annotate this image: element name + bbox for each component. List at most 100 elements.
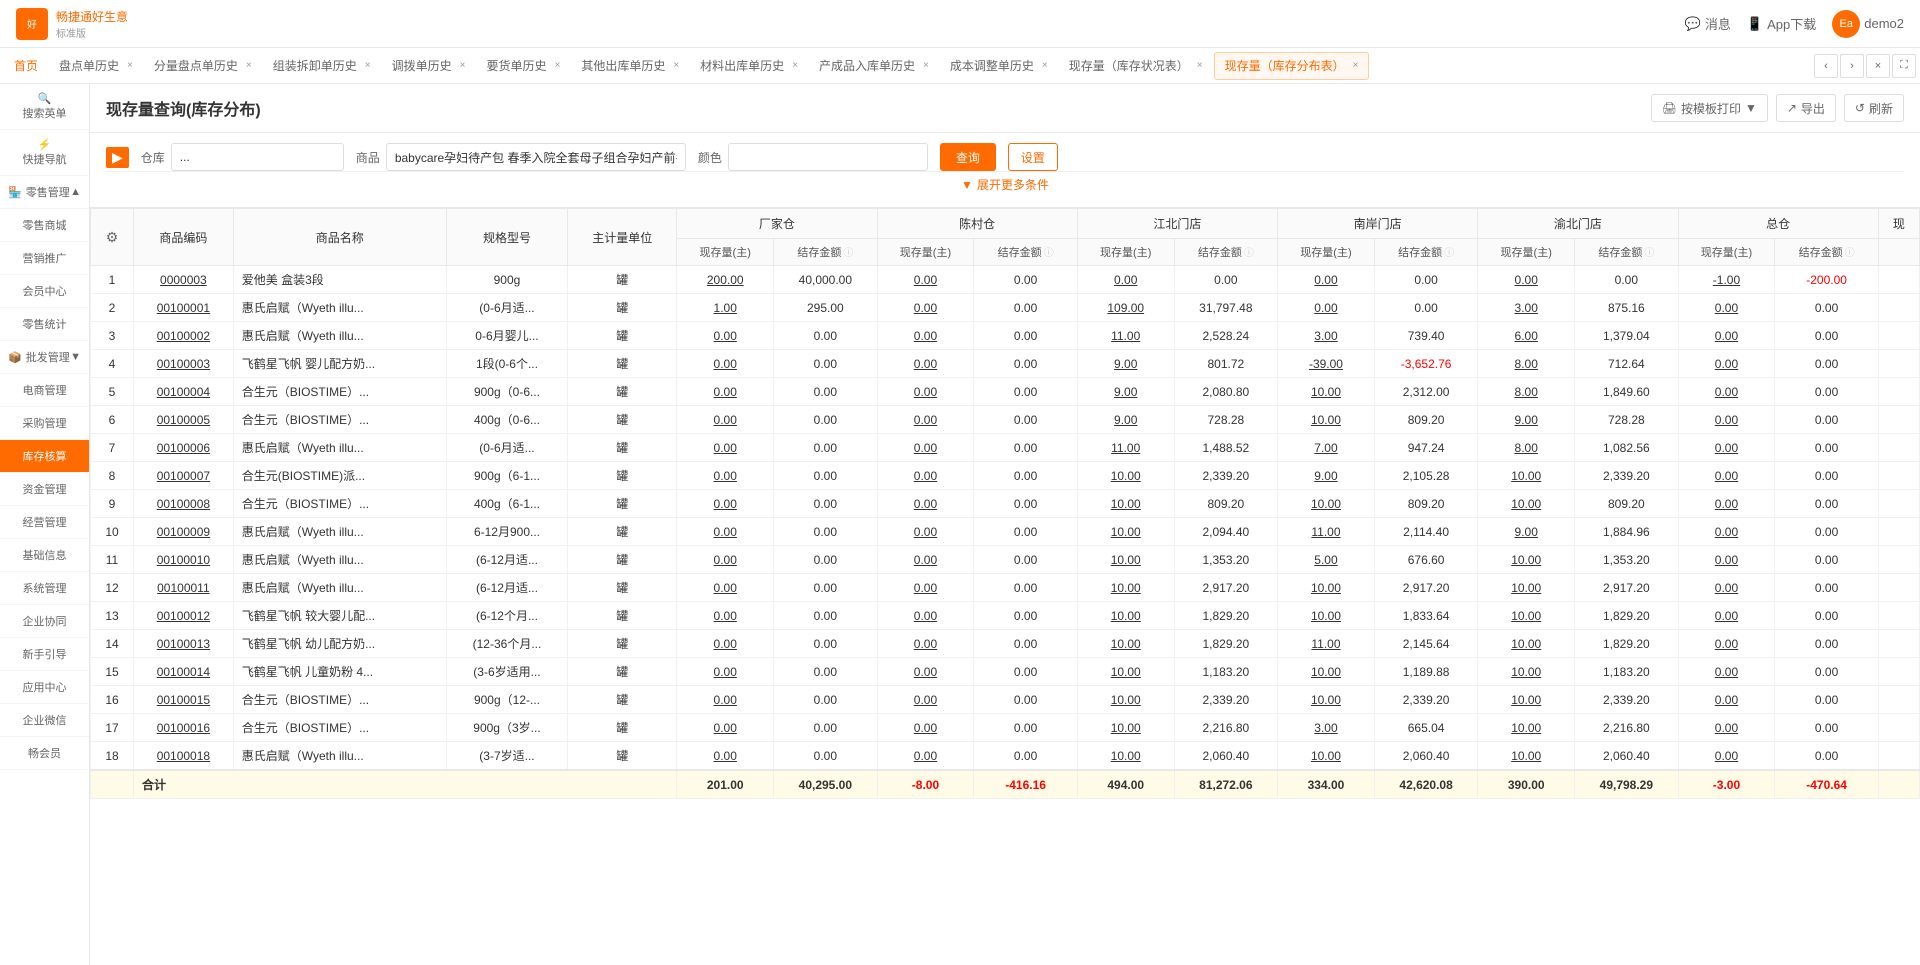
- sidebar-item-enterprise[interactable]: 企业协同: [0, 605, 89, 638]
- sidebar-item-wechat[interactable]: 企业微信: [0, 704, 89, 737]
- cell-factory-stock[interactable]: 0.00: [677, 406, 774, 434]
- cell-code[interactable]: 00100008: [134, 490, 234, 518]
- cell-jiangbei-stock[interactable]: 10.00: [1077, 546, 1174, 574]
- cell-chenlu-stock[interactable]: 0.00: [877, 602, 974, 630]
- cell-jiangbei-stock[interactable]: 10.00: [1077, 518, 1174, 546]
- cell-jiangbei-stock[interactable]: 10.00: [1077, 574, 1174, 602]
- cell-total-stock[interactable]: 0.00: [1678, 406, 1775, 434]
- cell-factory-stock[interactable]: 0.00: [677, 602, 774, 630]
- cell-factory-stock[interactable]: 0.00: [677, 574, 774, 602]
- cell-factory-stock[interactable]: 0.00: [677, 462, 774, 490]
- cell-chenlu-stock[interactable]: 0.00: [877, 434, 974, 462]
- cell-yuebei-stock[interactable]: 10.00: [1478, 490, 1575, 518]
- app-download-btn[interactable]: 📱 App下载: [1747, 14, 1816, 33]
- tab-cost-adjust-history[interactable]: 成本调整单历史 ×: [940, 52, 1058, 80]
- cell-factory-stock[interactable]: 0.00: [677, 434, 774, 462]
- cell-jiangbei-stock[interactable]: 10.00: [1077, 686, 1174, 714]
- tab-prev-btn[interactable]: ‹: [1814, 54, 1838, 78]
- tab-close-icon[interactable]: ×: [673, 60, 679, 71]
- cell-nanan-stock[interactable]: -39.00: [1278, 350, 1375, 378]
- cell-code[interactable]: 00100015: [134, 686, 234, 714]
- sidebar-item-retail-store[interactable]: 零售商城: [0, 209, 89, 242]
- cell-jiangbei-stock[interactable]: 10.00: [1077, 602, 1174, 630]
- cell-jiangbei-stock[interactable]: 9.00: [1077, 378, 1174, 406]
- cell-yuebei-stock[interactable]: 9.00: [1478, 406, 1575, 434]
- sidebar-item-system[interactable]: 系统管理: [0, 572, 89, 605]
- cell-factory-stock[interactable]: 0.00: [677, 322, 774, 350]
- cell-jiangbei-stock[interactable]: 11.00: [1077, 434, 1174, 462]
- tab-close-icon[interactable]: ×: [792, 60, 798, 71]
- cell-factory-stock[interactable]: 200.00: [677, 266, 774, 294]
- cell-factory-stock[interactable]: 0.00: [677, 630, 774, 658]
- sidebar-item-asset[interactable]: 资金管理: [0, 473, 89, 506]
- cell-yuebei-stock[interactable]: 10.00: [1478, 630, 1575, 658]
- info-icon[interactable]: ⓘ: [843, 248, 853, 259]
- tab-request-history[interactable]: 要货单历史 ×: [476, 52, 570, 80]
- cell-nanan-stock[interactable]: 10.00: [1278, 742, 1375, 771]
- sidebar-item-retail-stats[interactable]: 零售统计: [0, 308, 89, 341]
- tab-transfer-history[interactable]: 调拨单历史 ×: [382, 52, 476, 80]
- cell-code[interactable]: 00100013: [134, 630, 234, 658]
- cell-factory-stock[interactable]: 0.00: [677, 546, 774, 574]
- sidebar-item-operations[interactable]: 经营管理: [0, 506, 89, 539]
- cell-yuebei-stock[interactable]: 9.00: [1478, 518, 1575, 546]
- cell-code[interactable]: 00100006: [134, 434, 234, 462]
- cell-total-stock[interactable]: 0.00: [1678, 490, 1775, 518]
- cell-chenlu-stock[interactable]: 0.00: [877, 294, 974, 322]
- cell-jiangbei-stock[interactable]: 10.00: [1077, 714, 1174, 742]
- cell-nanan-stock[interactable]: 10.00: [1278, 406, 1375, 434]
- user-profile[interactable]: Ea demo2: [1832, 10, 1904, 38]
- sidebar-item-marketing[interactable]: 营销推广: [0, 242, 89, 275]
- cell-jiangbei-stock[interactable]: 10.00: [1077, 630, 1174, 658]
- cell-chenlu-stock[interactable]: 0.00: [877, 462, 974, 490]
- cell-code[interactable]: 00100002: [134, 322, 234, 350]
- cell-factory-stock[interactable]: 0.00: [677, 518, 774, 546]
- cell-yuebei-stock[interactable]: 10.00: [1478, 462, 1575, 490]
- cell-factory-stock[interactable]: 0.00: [677, 658, 774, 686]
- info-icon[interactable]: ⓘ: [1845, 248, 1855, 259]
- cell-factory-stock[interactable]: 0.00: [677, 350, 774, 378]
- cell-yuebei-stock[interactable]: 0.00: [1478, 266, 1575, 294]
- cell-total-stock[interactable]: 0.00: [1678, 658, 1775, 686]
- cell-code[interactable]: 00100001: [134, 294, 234, 322]
- cell-code[interactable]: 00100004: [134, 378, 234, 406]
- tab-stock-distribution[interactable]: 现存量（库存分布表） ×: [1214, 52, 1370, 80]
- sidebar-item-wholesale-mgmt[interactable]: 📦 批发管理 ▼: [0, 341, 89, 374]
- cell-total-stock[interactable]: 0.00: [1678, 546, 1775, 574]
- cell-total-stock[interactable]: 0.00: [1678, 378, 1775, 406]
- cell-code[interactable]: 00100018: [134, 742, 234, 771]
- tab-close-icon[interactable]: ×: [365, 60, 371, 71]
- cell-yuebei-stock[interactable]: 10.00: [1478, 742, 1575, 771]
- sidebar-item-search[interactable]: 🔍 搜索英单: [0, 84, 89, 130]
- tab-close-icon[interactable]: ×: [554, 60, 560, 71]
- info-icon[interactable]: ⓘ: [1644, 248, 1654, 259]
- cell-yuebei-stock[interactable]: 8.00: [1478, 350, 1575, 378]
- tab-close-icon[interactable]: ×: [1042, 60, 1048, 71]
- tab-close-icon[interactable]: ×: [460, 60, 466, 71]
- cell-total-stock[interactable]: 0.00: [1678, 350, 1775, 378]
- export-btn[interactable]: ↗ 导出: [1776, 94, 1836, 122]
- cell-code[interactable]: 00100012: [134, 602, 234, 630]
- cell-total-stock[interactable]: 0.00: [1678, 630, 1775, 658]
- cell-nanan-stock[interactable]: 5.00: [1278, 546, 1375, 574]
- cell-chenlu-stock[interactable]: 0.00: [877, 742, 974, 771]
- cell-code[interactable]: 00100016: [134, 714, 234, 742]
- cell-nanan-stock[interactable]: 10.00: [1278, 574, 1375, 602]
- cell-total-stock[interactable]: -1.00: [1678, 266, 1775, 294]
- cell-jiangbei-stock[interactable]: 9.00: [1077, 350, 1174, 378]
- cell-chenlu-stock[interactable]: 0.00: [877, 266, 974, 294]
- cell-code[interactable]: 00100010: [134, 546, 234, 574]
- tab-close-icon[interactable]: ×: [127, 60, 133, 71]
- cell-yuebei-stock[interactable]: 6.00: [1478, 322, 1575, 350]
- cell-factory-stock[interactable]: 0.00: [677, 490, 774, 518]
- cell-chenlu-stock[interactable]: 0.00: [877, 406, 974, 434]
- cell-total-stock[interactable]: 0.00: [1678, 462, 1775, 490]
- sidebar-item-retail-mgmt[interactable]: 🏪 零售管理 ▲: [0, 176, 89, 209]
- cell-yuebei-stock[interactable]: 10.00: [1478, 574, 1575, 602]
- cell-chenlu-stock[interactable]: 0.00: [877, 714, 974, 742]
- cell-chenlu-stock[interactable]: 0.00: [877, 378, 974, 406]
- info-icon[interactable]: ⓘ: [1444, 248, 1454, 259]
- tab-home[interactable]: 首页: [4, 52, 48, 80]
- cell-nanan-stock[interactable]: 9.00: [1278, 462, 1375, 490]
- cell-jiangbei-stock[interactable]: 109.00: [1077, 294, 1174, 322]
